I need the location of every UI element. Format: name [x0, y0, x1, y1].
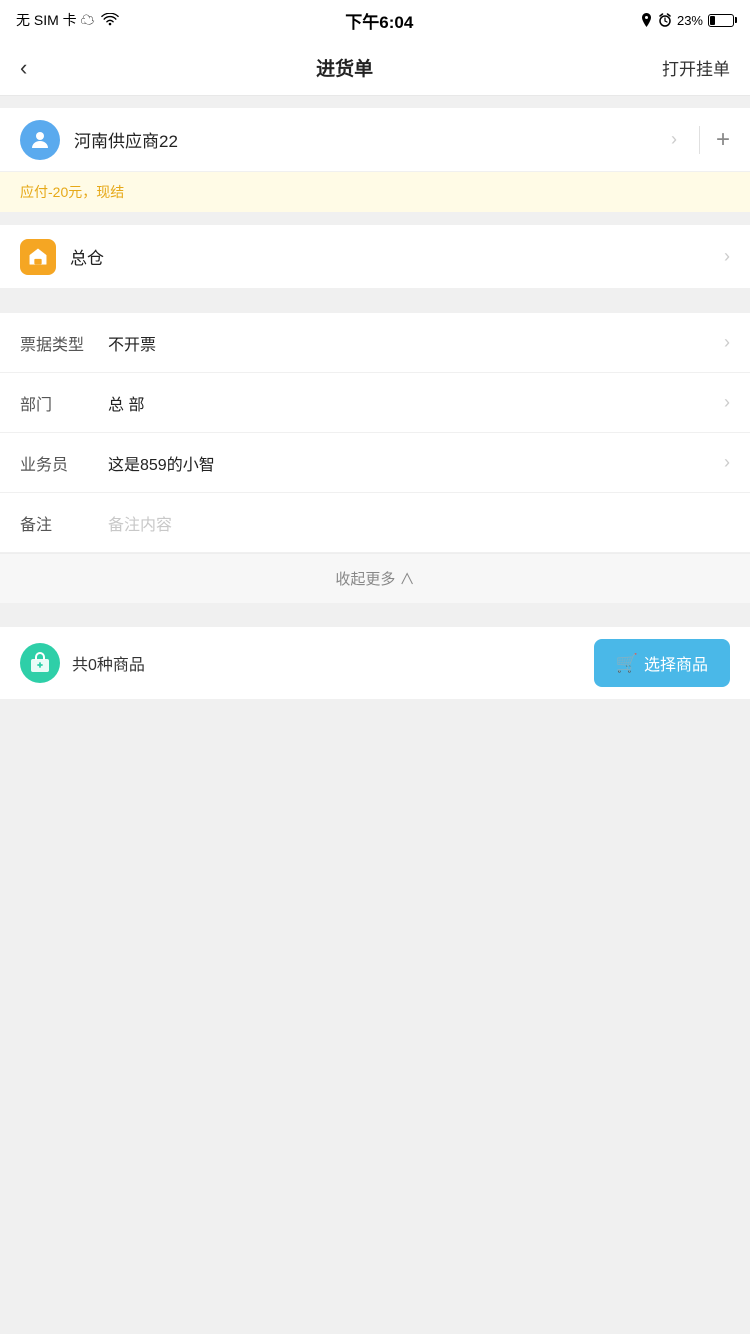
invoice-type-row[interactable]: 票据类型 不开票 › [0, 313, 750, 373]
remark-row[interactable]: 备注 备注内容 [0, 493, 750, 553]
remark-label: 备注 [20, 511, 100, 535]
nav-bar: ‹ 进货单 打开挂单 [0, 40, 750, 96]
invoice-type-label: 票据类型 [20, 331, 100, 355]
battery-icon [708, 14, 734, 27]
supplier-row[interactable]: 河南供应商22 › + [0, 108, 750, 172]
collapse-button[interactable]: 收起更多 ∧ [0, 553, 750, 603]
signal-text: 无 SIM 卡 ☁ [16, 10, 95, 30]
remark-input[interactable]: 备注内容 [100, 511, 730, 535]
invoice-chevron-icon: › [724, 332, 730, 353]
product-icon [20, 643, 60, 683]
alarm-icon [658, 13, 672, 27]
status-right: 23% [640, 13, 734, 28]
form-section: 票据类型 不开票 › 部门 总 部 › 业务员 这是859的小智 › 备注 备注… [0, 313, 750, 603]
invoice-type-value: 不开票 [100, 331, 724, 355]
section-gap-2 [0, 213, 750, 225]
cart-icon: 🛒 [616, 653, 638, 674]
warehouse-chevron-icon: › [724, 246, 730, 267]
warehouse-row[interactable]: 总仓 › [0, 225, 750, 289]
department-chevron-icon: › [724, 392, 730, 413]
section-gap-3 [0, 289, 750, 301]
warehouse-icon [20, 239, 56, 275]
select-product-label: 选择商品 [644, 651, 708, 675]
product-count: 共0种商品 [72, 651, 594, 675]
battery-percent: 23% [677, 13, 703, 28]
section-gap-1 [0, 96, 750, 108]
department-row[interactable]: 部门 总 部 › [0, 373, 750, 433]
supplier-chevron-icon: › [671, 129, 677, 150]
wifi-icon [101, 13, 119, 27]
notice-bar: 应付-20元，现结 [0, 172, 750, 213]
back-button[interactable]: ‹ [20, 55, 27, 81]
notice-text: 应付-20元，现结 [20, 184, 124, 200]
supplier-section: 河南供应商22 › + 应付-20元，现结 [0, 108, 750, 213]
supplier-name: 河南供应商22 [74, 127, 671, 152]
salesperson-value: 这是859的小智 [100, 451, 724, 475]
location-icon [640, 13, 653, 27]
vertical-divider [699, 126, 700, 154]
status-time: 下午6:04 [345, 8, 413, 33]
bottom-bar: 共0种商品 🛒 选择商品 [0, 627, 750, 699]
salesperson-row[interactable]: 业务员 这是859的小智 › [0, 433, 750, 493]
select-product-button[interactable]: 🛒 选择商品 [594, 639, 730, 687]
add-supplier-button[interactable]: + [716, 126, 730, 154]
section-gap-4 [0, 603, 750, 615]
collapse-label: 收起更多 ∧ [335, 571, 414, 588]
salesperson-label: 业务员 [20, 451, 100, 475]
salesperson-chevron-icon: › [724, 452, 730, 473]
supplier-avatar [20, 120, 60, 160]
department-value: 总 部 [100, 391, 724, 415]
status-left: 无 SIM 卡 ☁ [16, 10, 119, 30]
open-pending-button[interactable]: 打开挂单 [662, 55, 730, 80]
warehouse-name: 总仓 [70, 244, 724, 269]
status-bar: 无 SIM 卡 ☁ 下午6:04 23% [0, 0, 750, 40]
department-label: 部门 [20, 391, 100, 415]
page-title: 进货单 [316, 54, 373, 81]
